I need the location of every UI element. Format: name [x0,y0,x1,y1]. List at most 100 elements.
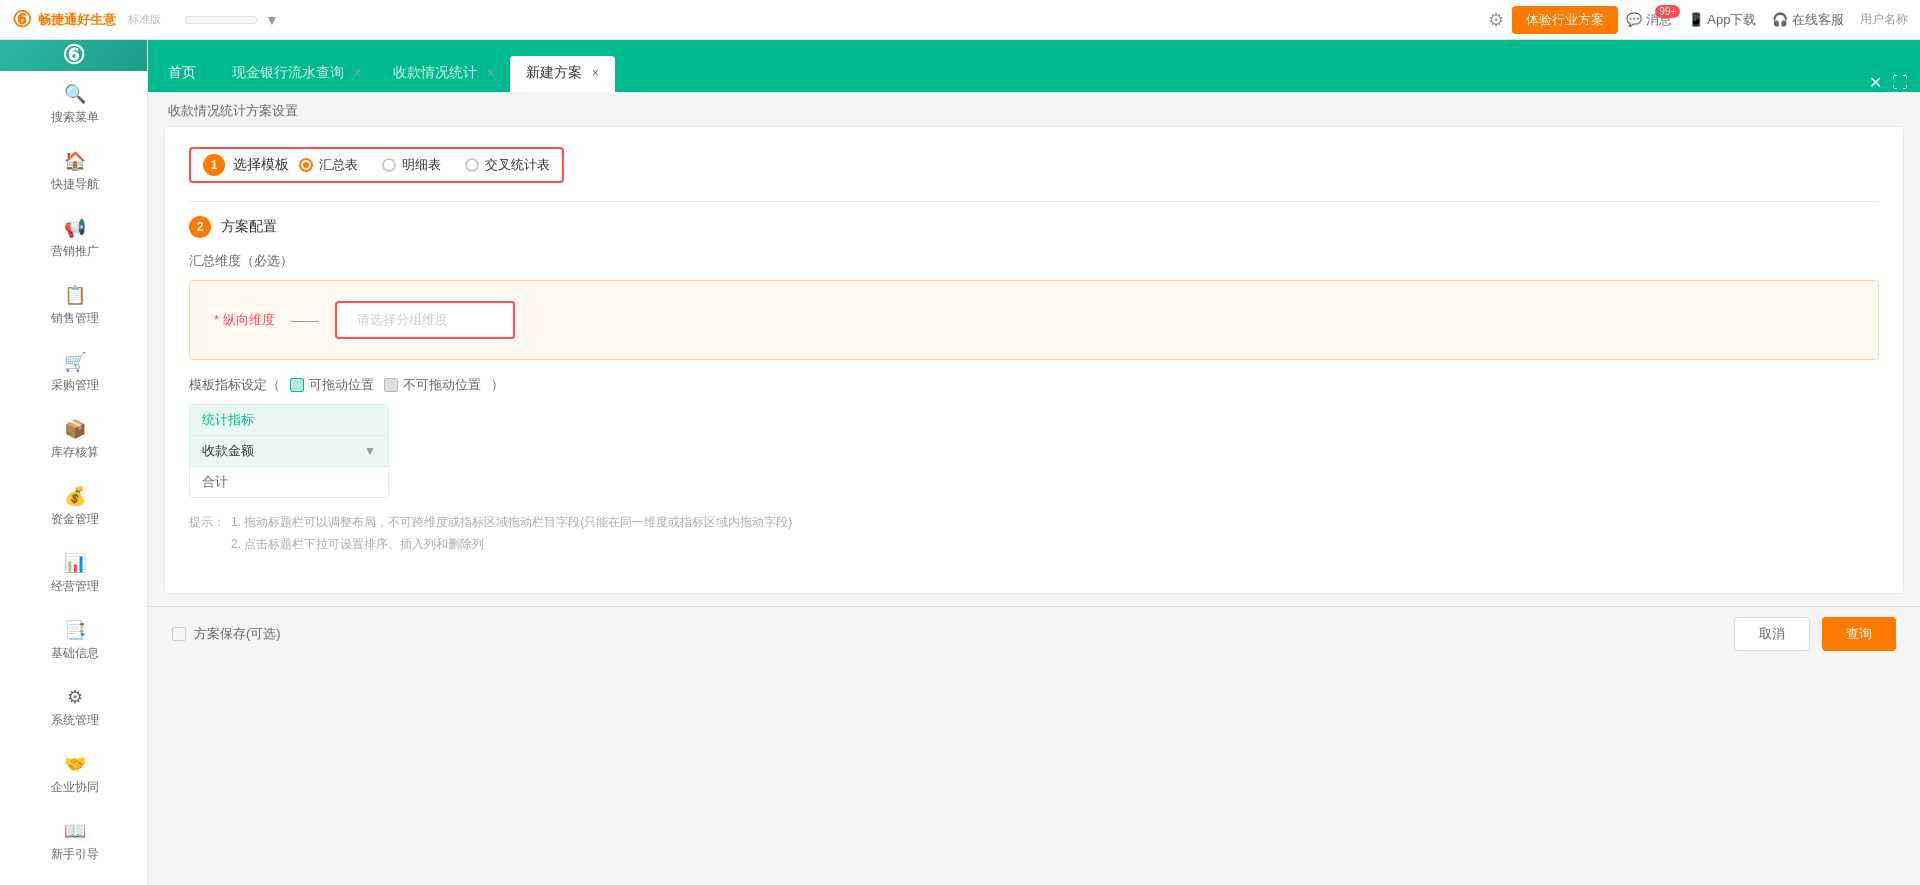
template-selection-box: 1 选择模板 汇总表 [189,147,564,183]
tab-collection-close[interactable]: × [487,66,494,80]
home-icon: 🏠 [64,150,86,172]
sidebar-item-guide[interactable]: 📖 新手引导 [0,808,147,875]
system-icon: ⚙ [67,686,83,708]
content-area: 首页 现金银行流水查询 × 收款情况统计 × 新建方案 × ✕ ⛶ [148,40,1920,885]
step1-circle: 1 [203,154,225,176]
sidebar: ⑥ 🔍 搜索菜单 🏠 快捷导航 📢 营销推广 📋 销售管理 🛒 采购管理 📦 库… [0,40,148,885]
trial-button[interactable]: 体验行业方案 [1512,6,1618,34]
sidebar-item-label: 快捷导航 [51,176,99,193]
dimension-row: * 纵向维度 —— 请选择分组维度 [214,301,515,339]
settings-card: 1 选择模板 汇总表 [164,126,1904,594]
sidebar-item-label: 采购管理 [51,377,99,394]
radio-summary-dot [303,162,309,168]
bottom-buttons: 取消 查询 [1734,617,1896,651]
sidebar-item-purchase[interactable]: 🛒 采购管理 [0,339,147,406]
sidebar-item-business[interactable]: 📊 经营管理 [0,540,147,607]
brand-icon: ⑥ [12,7,32,33]
search-icon: 🔍 [64,83,86,105]
tip-line-2: 提示： 2. 点击标题栏下拉可设置排序、插入列和删除列 [189,534,1879,556]
sidebar-item-home[interactable]: 🏠 快捷导航 [0,138,147,205]
tab-new-plan[interactable]: 新建方案 × [510,56,615,92]
sidebar-item-search[interactable]: 🔍 搜索菜单 [0,71,147,138]
tab-home-label: 首页 [168,64,196,82]
sidebar-item-label: 新手引导 [51,846,99,863]
legend-draggable: 可拖动位置 [290,376,374,394]
enterprise-icon: 🤝 [64,753,86,775]
dimension-placeholder: 请选择分组维度 [357,312,448,327]
expand-icon[interactable]: ⛶ [1892,74,1908,92]
message-icon: 💬 [1626,12,1642,27]
radio-cross-circle [465,158,479,172]
sidebar-item-system[interactable]: ⚙ 系统管理 [0,674,147,741]
tab-cash-bank[interactable]: 现金银行流水查询 × [216,56,377,92]
sidebar-item-marketing[interactable]: 📢 营销推广 [0,205,147,272]
tab-cash-bank-close[interactable]: × [354,66,361,80]
tab-new-plan-label: 新建方案 [526,64,582,82]
sidebar-item-label: 销售管理 [51,310,99,327]
download-area[interactable]: 📱 App下载 [1688,11,1756,29]
dimension-selector[interactable]: 请选择分组维度 [335,301,515,339]
tab-home[interactable]: 首页 [148,56,216,92]
step1-section: 1 选择模板 汇总表 [189,147,1879,183]
download-label: App下载 [1707,12,1756,27]
sidebar-item-label: 系统管理 [51,712,99,729]
sidebar-item-basic-info[interactable]: 📑 基础信息 [0,607,147,674]
radio-detail-label: 明细表 [402,156,441,174]
metrics-row-0-dropdown[interactable]: ▼ [364,444,376,458]
close-window-icon[interactable]: ✕ [1869,73,1882,92]
query-button[interactable]: 查询 [1822,617,1896,651]
finance-icon: 💰 [64,485,86,507]
tip-2-text: 2. 点击标题栏下拉可设置排序、插入列和删除列 [231,534,484,556]
tab-collection[interactable]: 收款情况统计 × [377,56,510,92]
gear-icon[interactable]: ⚙ [1488,9,1504,31]
sidebar-item-enterprise[interactable]: 🤝 企业协同 [0,741,147,808]
tips-title: 提示： [189,512,225,534]
tab-bar-actions: ✕ ⛶ [1857,73,1920,92]
service-area[interactable]: 🎧 在线客服 [1772,11,1844,29]
metrics-table-header: 统计指标 [190,405,388,436]
legend-draggable-box [290,378,304,392]
radio-cross[interactable]: 交叉统计表 [465,156,550,174]
sidebar-item-finance[interactable]: 💰 资金管理 [0,473,147,540]
sidebar-item-hardware[interactable]: 🔧 智能硬件 [0,875,147,885]
brand-logo: ⑥ 畅捷通好生意 [12,7,116,33]
sidebar-item-sales[interactable]: 📋 销售管理 [0,272,147,339]
radio-summary[interactable]: 汇总表 [299,156,358,174]
brand-version: 标准版 [128,12,161,27]
sidebar-item-label: 搜索菜单 [51,109,99,126]
save-checkbox[interactable] [172,627,186,641]
step2-section: 2 方案配置 汇总维度（必选） * 纵向维度 —— 请选择分组维度 [189,216,1879,555]
purchase-icon: 🛒 [64,351,86,373]
step1-header: 1 选择模板 汇总表 [189,147,1879,183]
metrics-label-end: ） [491,376,504,394]
save-checkbox-label: 方案保存(可选) [194,625,281,643]
tip-line-1: 提示： 1. 拖动标题栏可以调整布局，不可跨维度或指标区域拖动栏目字段(只能在同… [189,512,1879,534]
tips-section: 提示： 1. 拖动标题栏可以调整布局，不可跨维度或指标区域拖动栏目字段(只能在同… [189,512,1879,555]
tab-new-plan-close[interactable]: × [592,66,599,80]
download-icon: 📱 [1688,12,1704,27]
sidebar-logo: ⑥ [0,40,147,71]
service-label: 在线客服 [1792,12,1844,27]
tip-1-text: 1. 拖动标题栏可以调整布局，不可跨维度或指标区域拖动栏目字段(只能在同一维度或… [231,512,792,534]
dropdown-arrow-icon[interactable]: ▼ [265,12,279,28]
breadcrumb: 收款情况统计方案设置 [148,92,1920,126]
basic-info-icon: 📑 [64,619,86,641]
user-label: 用户名称 [1860,11,1908,28]
metrics-section: 模板指标设定（ 可拖动位置 不可拖动位置 ） [189,376,1879,555]
metrics-label-text: 模板指标设定（ [189,376,280,394]
tab-collection-label: 收款情况统计 [393,64,477,82]
business-icon: 📊 [64,552,86,574]
metrics-header: 模板指标设定（ 可拖动位置 不可拖动位置 ） [189,376,1879,394]
sidebar-item-inventory[interactable]: 📦 库存核算 [0,406,147,473]
radio-detail[interactable]: 明细表 [382,156,441,174]
cancel-button[interactable]: 取消 [1734,617,1810,651]
radio-detail-circle [382,158,396,172]
metrics-table-row-0[interactable]: 收款金额 ▼ [190,436,388,467]
sidebar-item-label: 经营管理 [51,578,99,595]
radio-summary-label: 汇总表 [319,156,358,174]
radio-cross-label: 交叉统计表 [485,156,550,174]
metrics-row-0-label: 收款金额 [202,442,254,460]
top-search-input[interactable] [185,16,257,24]
page-content: 收款情况统计方案设置 1 选择模板 [148,92,1920,885]
notification-area[interactable]: 💬 消息 99+ [1626,11,1672,29]
